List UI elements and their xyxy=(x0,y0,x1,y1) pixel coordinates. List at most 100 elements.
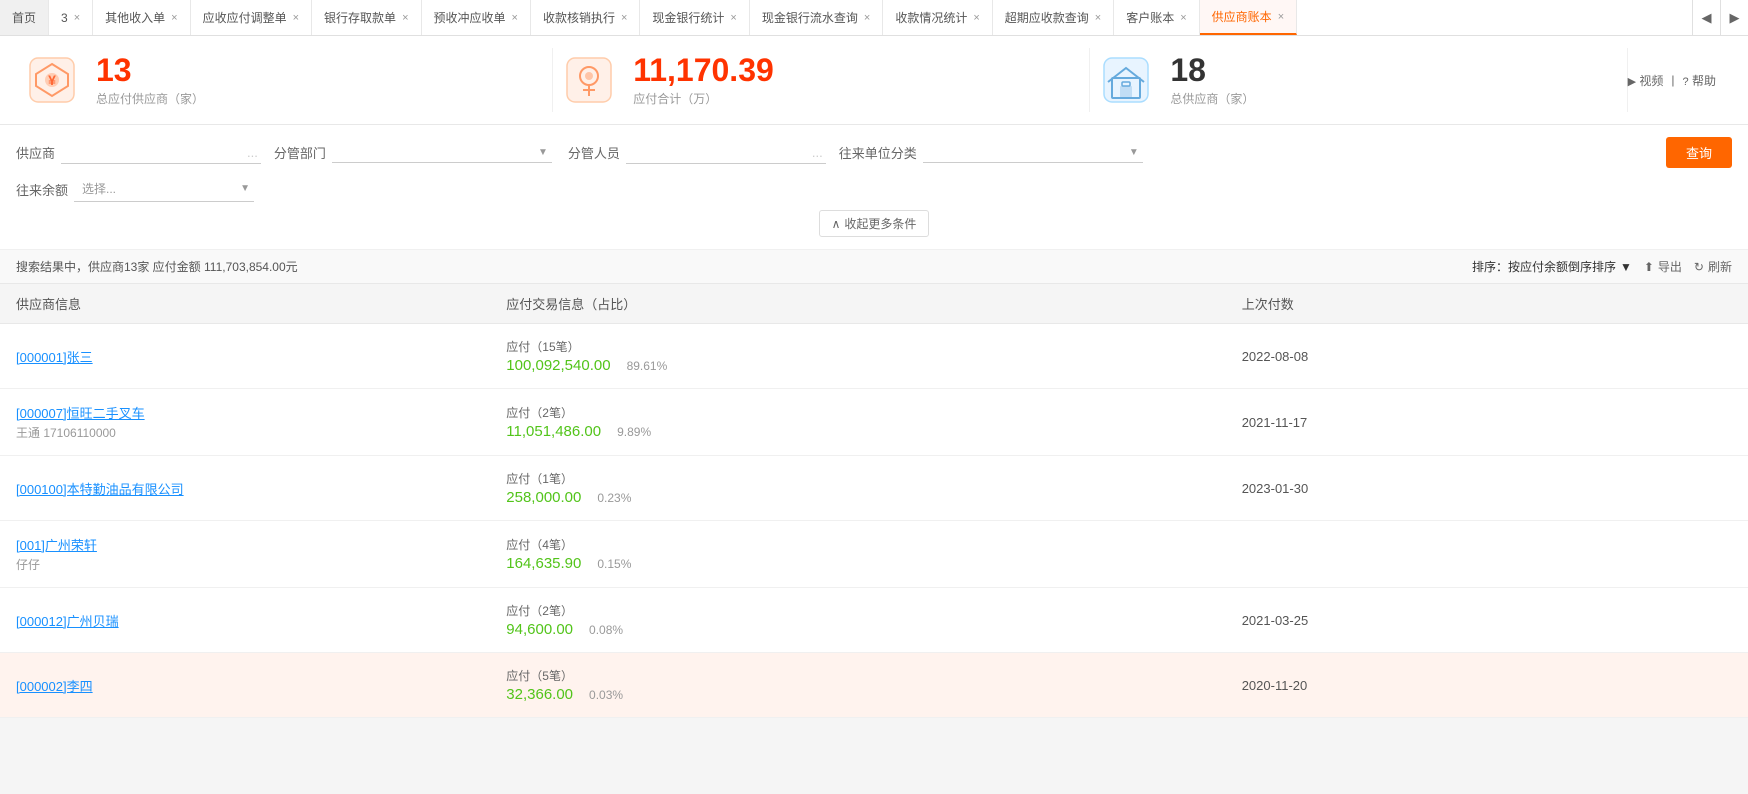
tx-percent-value: 0.08% xyxy=(589,623,623,637)
nav-right-arrow[interactable]: ▶ xyxy=(1720,0,1748,36)
dept-chevron-icon: ▼ xyxy=(538,147,548,158)
category-filter-label: 往来单位分类 xyxy=(839,143,917,162)
export-icon: ⬆ xyxy=(1644,260,1654,274)
col-header-supplier: 供应商信息 xyxy=(16,294,506,313)
tx-amount-row: 164,635.900.15% xyxy=(506,555,1241,572)
tx-cell-2: 应付（1笔）258,000.000.23% xyxy=(506,470,1241,506)
nav-tab-tab3[interactable]: 3× xyxy=(49,0,93,35)
last-date-cell-4: 2021-03-25 xyxy=(1242,613,1732,628)
tx-cell-0: 应付（15笔）100,092,540.0089.61% xyxy=(506,338,1241,374)
nav-tab-ar-ap-adjust[interactable]: 应收应付调整单× xyxy=(191,0,312,35)
refresh-button[interactable]: ↻ 刷新 xyxy=(1694,258,1732,275)
tx-amount-value: 100,092,540.00 xyxy=(506,357,610,374)
filter-row-2: 往来余额 选择... ▼ xyxy=(16,176,1732,202)
sort-label: 排序：按应付余额倒序排序 xyxy=(1472,258,1616,275)
dept-select[interactable]: ▼ xyxy=(332,143,552,163)
search-button[interactable]: 查询 xyxy=(1666,137,1732,168)
supplier-cell-3: [001]广州荣轩仔仔 xyxy=(16,535,506,573)
close-tab-icon[interactable]: × xyxy=(1278,11,1284,23)
supplier-name-link[interactable]: [000002]李四 xyxy=(16,676,506,695)
link-separator: | xyxy=(1671,73,1674,87)
total-suppliers-label: 总供应商（家） xyxy=(1170,90,1602,107)
nav-tab-receipt-stat[interactable]: 收款情况统计× xyxy=(883,0,992,35)
nav-tab-bank-deposit[interactable]: 银行存取款单× xyxy=(312,0,421,35)
nav-tab-advance-ar[interactable]: 预收冲应收单× xyxy=(422,0,531,35)
close-tab-icon[interactable]: × xyxy=(730,12,736,24)
svg-text:¥: ¥ xyxy=(48,72,56,88)
export-button[interactable]: ⬆ 导出 xyxy=(1644,258,1682,275)
nav-tab-supplier-ledger[interactable]: 供应商账本× xyxy=(1200,0,1297,35)
dept-filter: 分管部门 ▼ xyxy=(274,143,552,163)
close-tab-icon[interactable]: × xyxy=(171,12,177,24)
nav-tab-customer-ledger[interactable]: 客户账本× xyxy=(1114,0,1199,35)
close-tab-icon[interactable]: × xyxy=(864,12,870,24)
last-date-cell-0: 2022-08-08 xyxy=(1242,349,1732,364)
supplier-name-link[interactable]: [001]广州荣轩 xyxy=(16,535,506,554)
nav-tab-cash-bank-flow[interactable]: 现金银行流水查询× xyxy=(750,0,883,35)
nav-tab-overdue-ar[interactable]: 超期应收款查询× xyxy=(993,0,1114,35)
supplier-name-link[interactable]: [000001]张三 xyxy=(16,347,506,366)
category-select[interactable]: ▼ xyxy=(923,143,1143,163)
nav-tab-cash-bank-stat[interactable]: 现金银行统计× xyxy=(640,0,749,35)
supplier-table: 供应商信息 应付交易信息（占比） 上次付数 [000001]张三应付（15笔）1… xyxy=(0,284,1748,718)
summary-card-payable-total: 11,170.39 应付合计（万） xyxy=(553,48,1090,112)
payable-total-amount: 11,170.39 xyxy=(633,53,1065,88)
balance-select[interactable]: 选择... ▼ xyxy=(74,176,254,202)
table-header: 供应商信息 应付交易信息（占比） 上次付数 xyxy=(0,284,1748,324)
category-filter: 往来单位分类 ▼ xyxy=(839,143,1143,163)
last-date-cell-1: 2021-11-17 xyxy=(1242,415,1732,430)
nav-left-arrow[interactable]: ◀ xyxy=(1692,0,1720,36)
refresh-icon: ↻ xyxy=(1694,260,1704,274)
close-tab-icon[interactable]: × xyxy=(973,12,979,24)
supplier-filter-label: 供应商 xyxy=(16,143,55,162)
person-filter-label: 分管人员 xyxy=(568,143,620,162)
supplier-cell-0: [000001]张三 xyxy=(16,347,506,366)
sort-button[interactable]: 排序：按应付余额倒序排序 ▼ xyxy=(1472,258,1632,275)
summary-card-payable-suppliers: ¥ 13 总应付供应商（家） xyxy=(16,48,553,112)
tx-label: 应付（2笔） xyxy=(506,602,1241,619)
grain-icon xyxy=(561,52,617,108)
tx-cell-5: 应付（5笔）32,366.000.03% xyxy=(506,667,1241,703)
tx-amount-row: 94,600.00 0.08% xyxy=(506,621,1241,638)
tx-percent-value: 0.15% xyxy=(597,557,631,571)
last-date-cell-5: 2020-11-20 xyxy=(1242,678,1732,693)
store-icon xyxy=(1098,52,1154,108)
balance-filter: 往来余额 选择... ▼ xyxy=(16,176,254,202)
help-icon: ? xyxy=(1683,76,1689,88)
help-link[interactable]: ? 帮助 xyxy=(1683,72,1716,89)
tx-amount-value: 94,600.00 xyxy=(506,621,573,638)
supplier-cell-2: [000100]本特勤油品有限公司 xyxy=(16,479,506,498)
close-tab-icon[interactable]: × xyxy=(1180,12,1186,24)
nav-tab-other-income[interactable]: 其他收入单× xyxy=(93,0,190,35)
tx-cell-4: 应付（2笔） 94,600.00 0.08% xyxy=(506,602,1241,638)
supplier-input[interactable] xyxy=(61,141,261,164)
last-date-cell-2: 2023-01-30 xyxy=(1242,481,1732,496)
close-tab-icon[interactable]: × xyxy=(74,12,80,24)
close-tab-icon[interactable]: × xyxy=(1095,12,1101,24)
total-suppliers-count: 18 xyxy=(1170,53,1602,88)
tx-label: 应付（1笔） xyxy=(506,470,1241,487)
supplier-cell-1: [000007]恒旺二手叉车王通 17106110000 xyxy=(16,403,506,441)
person-input[interactable] xyxy=(626,141,826,164)
payable-total-label: 应付合计（万） xyxy=(633,90,1065,107)
tx-amount-value: 258,000.00 xyxy=(506,489,581,506)
collapse-button[interactable]: ∧ 收起更多条件 xyxy=(819,210,930,237)
video-link[interactable]: ▶ 视频 xyxy=(1628,72,1664,89)
supplier-name-link[interactable]: [000100]本特勤油品有限公司 xyxy=(16,479,506,498)
nav-tab-home[interactable]: 首页 xyxy=(0,0,49,35)
close-tab-icon[interactable]: × xyxy=(402,12,408,24)
col-header-tx: 应付交易信息（占比） xyxy=(506,294,1241,313)
table-row: [000001]张三应付（15笔）100,092,540.0089.61%202… xyxy=(0,324,1748,389)
person-filter: 分管人员 ... xyxy=(568,141,823,164)
supplier-name-link[interactable]: [000007]恒旺二手叉车 xyxy=(16,403,506,422)
summary-info-total-suppliers: 18 总供应商（家） xyxy=(1170,53,1602,107)
supplier-cell-4: [000012]广州贝瑞 xyxy=(16,611,506,630)
tx-percent-value: 9.89% xyxy=(617,425,651,439)
filter-bar: 供应商 ... 分管部门 ▼ 分管人员 ... 往来单位分类 ▼ 查询 往来 xyxy=(0,125,1748,250)
nav-tab-receipt-verify[interactable]: 收款核销执行× xyxy=(531,0,640,35)
close-tab-icon[interactable]: × xyxy=(293,12,299,24)
supplier-name-link[interactable]: [000012]广州贝瑞 xyxy=(16,611,506,630)
close-tab-icon[interactable]: × xyxy=(512,12,518,24)
close-tab-icon[interactable]: × xyxy=(621,12,627,24)
filter-row-1: 供应商 ... 分管部门 ▼ 分管人员 ... 往来单位分类 ▼ 查询 xyxy=(16,137,1732,168)
